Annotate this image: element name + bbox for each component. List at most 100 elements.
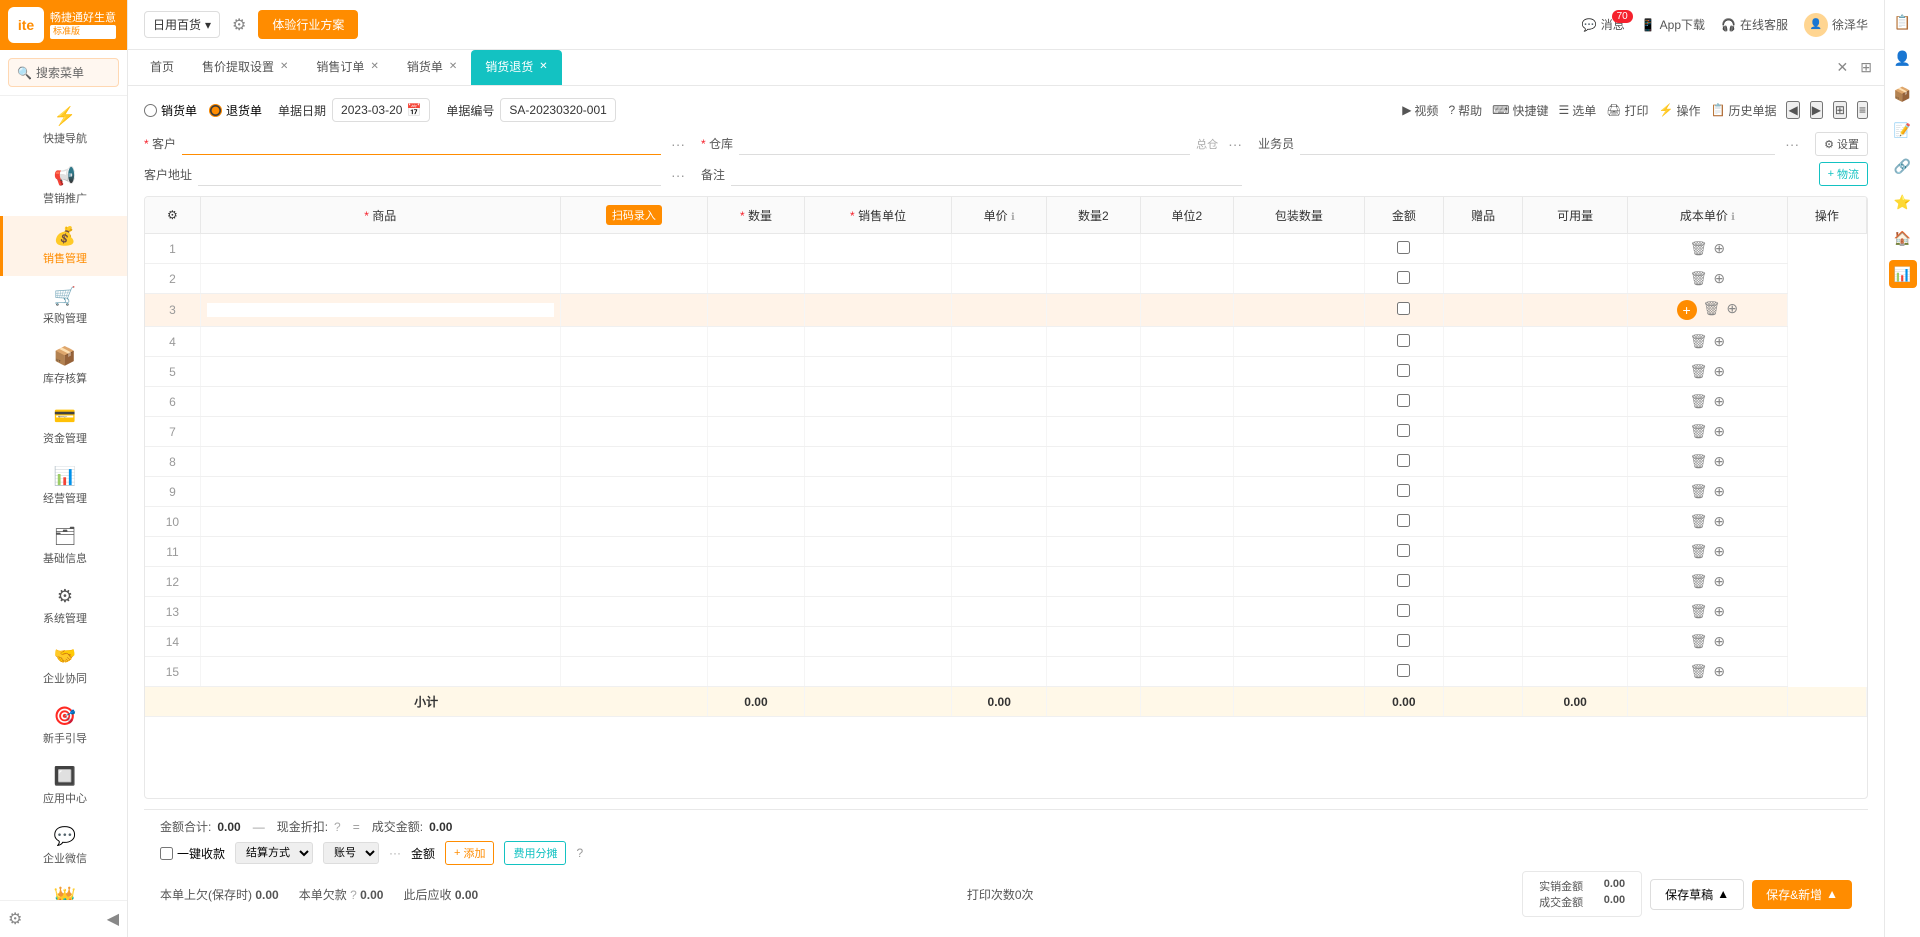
row-15-sales-unit[interactable] <box>708 657 804 687</box>
row-6-qty[interactable] <box>560 387 708 417</box>
doc-id-input[interactable]: SA-20230320-001 <box>500 98 615 122</box>
calc-method-select[interactable]: 结算方式 <box>235 842 313 864</box>
sidebar-item-apps[interactable]: 🔲 应用中心 <box>0 756 127 816</box>
tab-sales-order[interactable]: 销售订单 ✕ <box>302 50 392 85</box>
row-8-unit2[interactable] <box>1047 447 1141 477</box>
gift-checkbox-6[interactable] <box>1397 394 1410 407</box>
tab-home[interactable]: 首页 <box>136 50 188 85</box>
product-input-3[interactable] <box>207 303 554 317</box>
row-3-unit2[interactable] <box>1047 294 1141 327</box>
row-2-gift[interactable] <box>1364 264 1443 294</box>
row-9-available[interactable] <box>1443 477 1522 507</box>
row-4-product[interactable] <box>200 327 560 357</box>
row-2-amount[interactable] <box>1234 264 1365 294</box>
right-panel-btn-7[interactable]: 🏠 <box>1889 224 1917 252</box>
row-3-cost-price[interactable] <box>1523 294 1628 327</box>
row-6-amount[interactable] <box>1234 387 1365 417</box>
row-3-qty[interactable] <box>560 294 708 327</box>
row-13-qty[interactable] <box>560 597 708 627</box>
search-menu-button[interactable]: 🔍 搜索菜单 <box>8 58 119 87</box>
row-10-cost-price[interactable] <box>1523 507 1628 537</box>
row-13-qty2[interactable] <box>952 597 1047 627</box>
tab-sales-delivery[interactable]: 销货单 ✕ <box>393 50 471 85</box>
row-5-gift[interactable] <box>1364 357 1443 387</box>
account-dots-icon[interactable]: ··· <box>389 846 401 860</box>
delete-row-icon-1[interactable]: 🗑 <box>1690 240 1708 257</box>
message-button[interactable]: 💬 消息 70 <box>1582 16 1625 33</box>
row-6-sales-unit[interactable] <box>708 387 804 417</box>
row-12-pack-qty[interactable] <box>1140 567 1234 597</box>
row-3-available[interactable] <box>1443 294 1522 327</box>
row-1-product[interactable] <box>200 234 560 264</box>
copy-row-icon-15[interactable]: ⊕ <box>1713 663 1725 680</box>
row-4-available[interactable] <box>1443 327 1522 357</box>
row-4-sales-unit[interactable] <box>708 327 804 357</box>
save-draft-button[interactable]: 保存草稿 ▲ <box>1650 879 1744 910</box>
row-5-sales-unit[interactable] <box>708 357 804 387</box>
row-7-qty2[interactable] <box>952 417 1047 447</box>
row-4-gift[interactable] <box>1364 327 1443 357</box>
salesperson-select-icon[interactable]: ··· <box>1785 136 1799 152</box>
row-14-sales-unit[interactable] <box>708 627 804 657</box>
row-5-qty[interactable] <box>560 357 708 387</box>
delete-row-icon-4[interactable]: 🗑 <box>1690 333 1708 350</box>
row-14-available[interactable] <box>1443 627 1522 657</box>
row-11-unit2[interactable] <box>1047 537 1141 567</box>
payment-checkbox-input[interactable] <box>160 847 173 860</box>
sidebar-item-finance[interactable]: 💳 资金管理 <box>0 396 127 456</box>
return-radio-input[interactable] <box>209 104 222 117</box>
row-6-product[interactable] <box>200 387 560 417</box>
copy-row-icon-9[interactable]: ⊕ <box>1713 483 1725 500</box>
online-service-button[interactable]: 🎧 在线客服 <box>1721 16 1788 33</box>
sidebar-item-enterprise[interactable]: 🤝 企业协同 <box>0 636 127 696</box>
delete-row-icon-7[interactable]: 🗑 <box>1690 423 1708 440</box>
row-15-product[interactable] <box>200 657 560 687</box>
row-13-unit2[interactable] <box>1047 597 1141 627</box>
row-2-pack-qty[interactable] <box>1140 264 1234 294</box>
sidebar-item-newuser[interactable]: 🎯 新手引导 <box>0 696 127 756</box>
right-panel-btn-3[interactable]: 📦 <box>1889 80 1917 108</box>
row-8-unit-price[interactable] <box>804 447 952 477</box>
industry-select[interactable]: 日用百货 ▾ <box>144 11 220 38</box>
row-4-unit2[interactable] <box>1047 327 1141 357</box>
toolbar-video[interactable]: ▶ 视频 <box>1402 102 1438 119</box>
row-8-gift[interactable] <box>1364 447 1443 477</box>
row-11-product[interactable] <box>200 537 560 567</box>
customer-input[interactable] <box>182 132 661 155</box>
row-15-unit2[interactable] <box>1047 657 1141 687</box>
sidebar-item-member[interactable]: 👑 畅会员 <box>0 876 127 900</box>
row-5-amount[interactable] <box>1234 357 1365 387</box>
row-4-qty2[interactable] <box>952 327 1047 357</box>
copy-row-icon-10[interactable]: ⊕ <box>1713 513 1725 530</box>
gift-checkbox-7[interactable] <box>1397 424 1410 437</box>
toolbar-shortcut[interactable]: ⌨ 快捷键 <box>1492 102 1548 119</box>
row-7-gift[interactable] <box>1364 417 1443 447</box>
row-1-cost-price[interactable] <box>1523 234 1628 264</box>
row-2-sales-unit[interactable] <box>708 264 804 294</box>
row-4-qty[interactable] <box>560 327 708 357</box>
sidebar-item-sales[interactable]: 💰 销售管理 <box>0 216 127 276</box>
row-14-unit2[interactable] <box>1047 627 1141 657</box>
sidebar-item-shortcut[interactable]: ⚡ 快捷导航 <box>0 96 127 156</box>
copy-row-icon-7[interactable]: ⊕ <box>1713 423 1725 440</box>
row-13-pack-qty[interactable] <box>1140 597 1234 627</box>
topbar-gear-icon[interactable]: ⚙ <box>232 15 246 35</box>
toolbar-help[interactable]: ? 帮助 <box>1448 102 1482 119</box>
row-5-product[interactable] <box>200 357 560 387</box>
row-13-available[interactable] <box>1443 597 1522 627</box>
row-6-unit2[interactable] <box>1047 387 1141 417</box>
row-9-qty2[interactable] <box>952 477 1047 507</box>
addr-select-icon[interactable]: ··· <box>671 167 685 183</box>
row-7-qty[interactable] <box>560 417 708 447</box>
row-13-amount[interactable] <box>1234 597 1365 627</box>
row-3-unit-price[interactable] <box>804 294 952 327</box>
row-8-qty2[interactable] <box>952 447 1047 477</box>
row-13-gift[interactable] <box>1364 597 1443 627</box>
row-2-available[interactable] <box>1443 264 1522 294</box>
app-download-button[interactable]: 📱 App下载 <box>1641 16 1705 33</box>
salesperson-input[interactable] <box>1300 132 1775 155</box>
row-2-unit2[interactable] <box>1047 264 1141 294</box>
row-7-amount[interactable] <box>1234 417 1365 447</box>
row-14-cost-price[interactable] <box>1523 627 1628 657</box>
row-12-cost-price[interactable] <box>1523 567 1628 597</box>
